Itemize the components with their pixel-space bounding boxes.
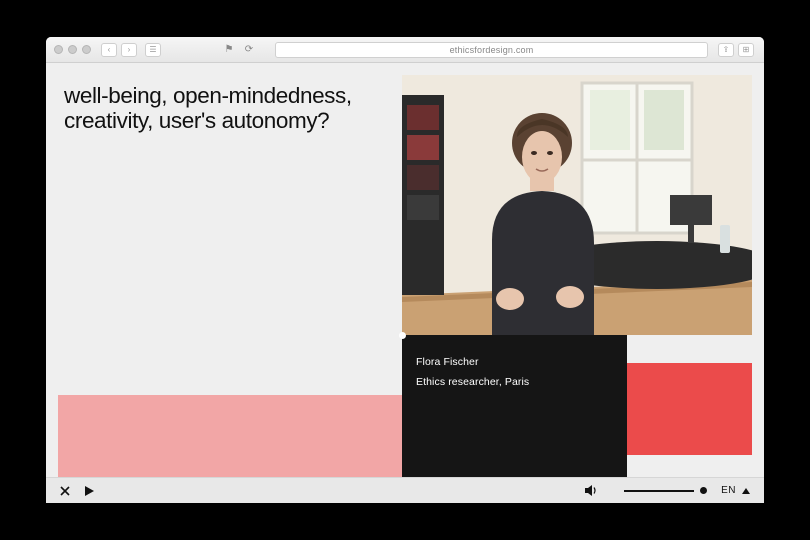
speaker-role: Ethics researcher, Paris — [416, 373, 627, 393]
volume-button[interactable] — [585, 485, 598, 496]
zoom-window-button[interactable] — [82, 45, 91, 54]
reload-icon[interactable]: ⟳ — [243, 44, 255, 56]
toolbar-mid-icons: ⚑ ⟳ — [223, 44, 255, 56]
headline-text: well-being, open-mindedness, creativity,… — [64, 83, 352, 133]
shield-icon: ⚑ — [223, 44, 235, 56]
pink-block — [58, 395, 402, 477]
sidebar-button[interactable]: ☰ — [145, 43, 161, 57]
toolbar-right: ⇪ ⊞ — [718, 43, 756, 57]
close-icon — [60, 486, 70, 496]
play-icon — [84, 486, 94, 496]
forward-button[interactable]: › — [121, 43, 137, 57]
player-bar: EN — [46, 477, 764, 503]
speaker-caption: Flora Fischer Ethics researcher, Paris — [402, 335, 627, 477]
video-frame[interactable] — [402, 75, 752, 335]
nav-buttons: ‹ › — [101, 43, 139, 57]
speaker-name: Flora Fischer — [416, 353, 627, 373]
volume-handle[interactable] — [700, 487, 707, 494]
language-selector[interactable]: EN — [721, 485, 750, 496]
playhead-dot[interactable] — [399, 332, 406, 339]
tabs-button[interactable]: ⊞ — [738, 43, 754, 57]
volume-icon — [585, 485, 598, 496]
headline-panel: well-being, open-mindedness, creativity,… — [58, 75, 402, 395]
address-bar[interactable]: ethicsfordesign.com — [275, 42, 708, 58]
red-block — [627, 363, 752, 455]
close-button[interactable] — [60, 486, 70, 496]
play-button[interactable] — [84, 486, 94, 496]
address-text: ethicsfordesign.com — [450, 45, 534, 55]
chevron-up-icon — [742, 488, 750, 494]
back-button[interactable]: ‹ — [101, 43, 117, 57]
language-label: EN — [721, 485, 736, 496]
volume-slider[interactable] — [624, 490, 694, 492]
window-controls — [54, 45, 91, 54]
close-window-button[interactable] — [54, 45, 63, 54]
browser-window: ‹ › ☰ ⚑ ⟳ ethicsfordesign.com ⇪ ⊞ well-b… — [46, 37, 764, 503]
minimize-window-button[interactable] — [68, 45, 77, 54]
page-content: well-being, open-mindedness, creativity,… — [46, 63, 764, 477]
browser-toolbar: ‹ › ☰ ⚑ ⟳ ethicsfordesign.com ⇪ ⊞ — [46, 37, 764, 63]
share-button[interactable]: ⇪ — [718, 43, 734, 57]
